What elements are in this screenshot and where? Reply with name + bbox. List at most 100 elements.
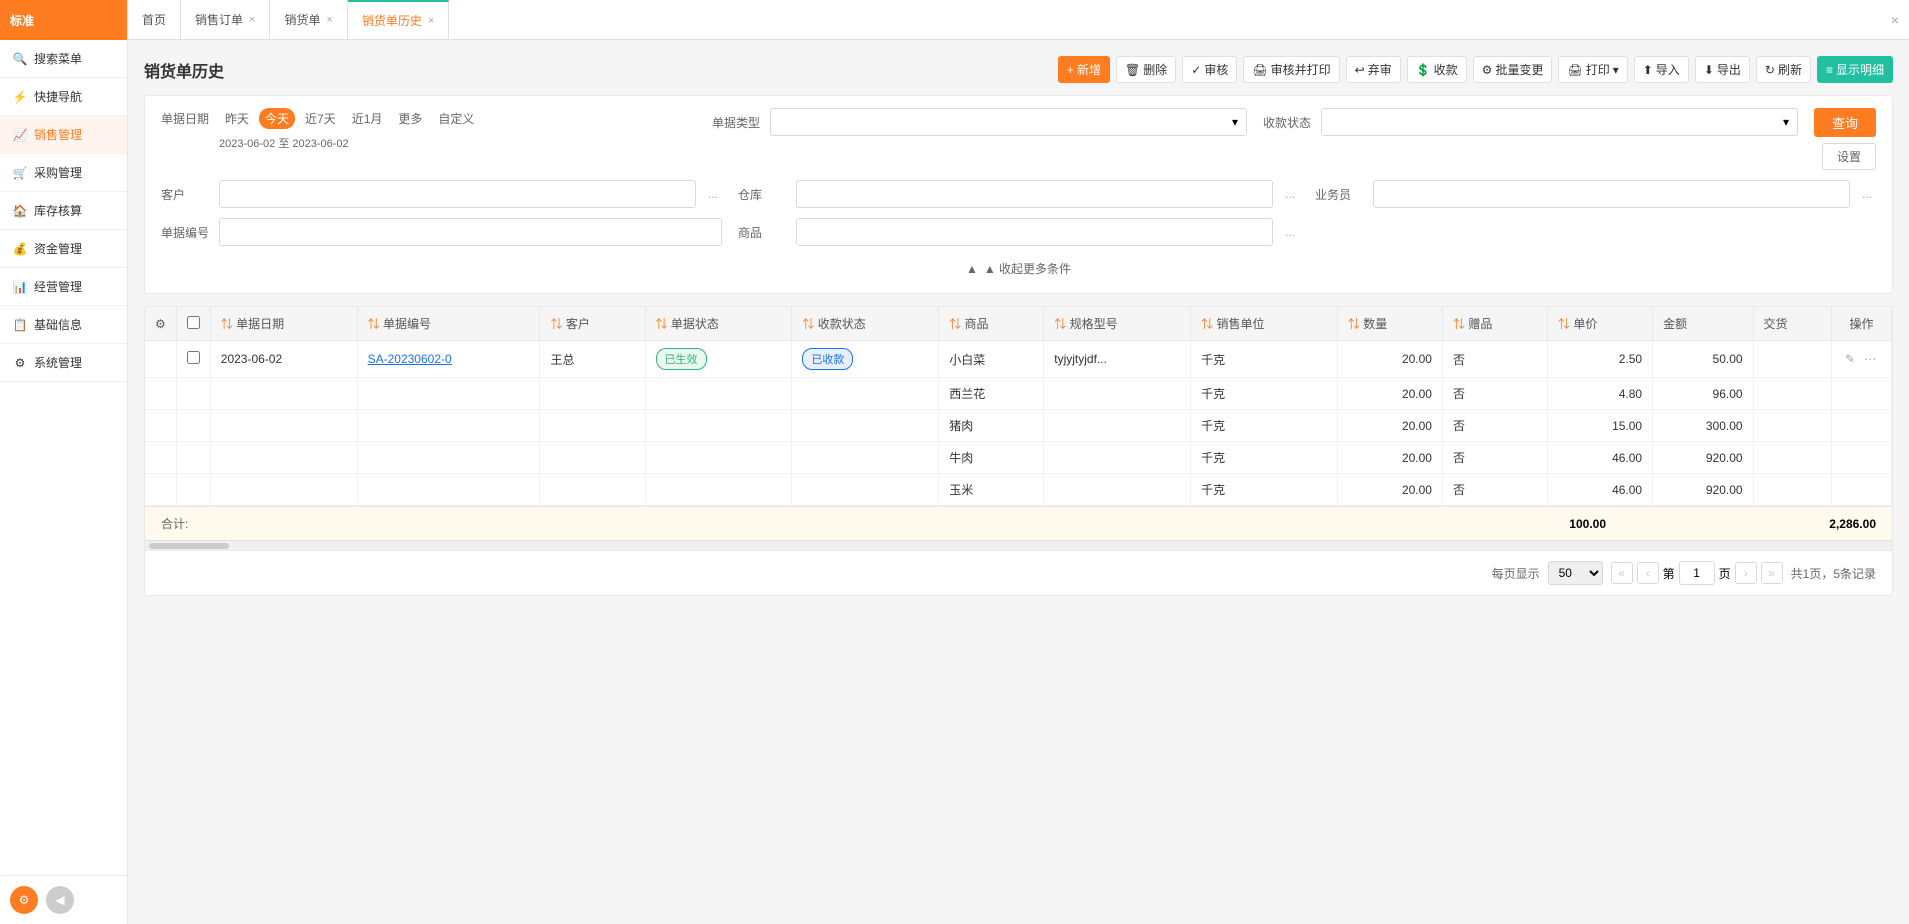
new-btn[interactable]: + 新增	[1058, 56, 1110, 83]
sidebar-item-inventory[interactable]: 🏠 库存核算	[0, 192, 127, 230]
cell-order-no	[357, 442, 540, 474]
show-detail-btn[interactable]: ≡ 显示明细	[1817, 56, 1893, 83]
prev-page-btn[interactable]: ‹	[1637, 562, 1659, 584]
col-date[interactable]: ⇅ 单据日期	[210, 307, 357, 341]
scroll-bar[interactable]	[145, 540, 1892, 550]
col-spec[interactable]: ⇅ 规格型号	[1044, 307, 1191, 341]
export-btn[interactable]: ⬇ 导出	[1695, 56, 1750, 83]
cell-date: 2023-06-02	[210, 341, 357, 378]
scroll-thumb[interactable]	[149, 543, 229, 549]
cell-qty: 20.00	[1337, 474, 1442, 506]
col-settings[interactable]: ⚙	[145, 307, 176, 341]
tab-home[interactable]: 首页	[128, 0, 181, 39]
review-btn[interactable]: ✓ 审核	[1182, 56, 1237, 83]
tab-close-sales-goods[interactable]: ×	[326, 14, 332, 26]
col-checkbox[interactable]	[176, 307, 210, 341]
date-more[interactable]: 更多	[392, 108, 428, 129]
more-icon[interactable]: ⋯	[1864, 352, 1876, 366]
staff-input[interactable]	[1373, 180, 1850, 208]
row-checkbox[interactable]	[187, 351, 200, 364]
filter-row-2: 客户 ... 仓库 ... 业务员 ...	[161, 180, 1876, 208]
per-page-select[interactable]: 50 20 100	[1548, 561, 1603, 585]
sidebar-item-sys-mgmt[interactable]: ⚙ 系统管理	[0, 344, 127, 382]
date-today[interactable]: 今天	[259, 108, 295, 129]
tab-sales-order[interactable]: 销售订单 ×	[181, 0, 270, 39]
col-goods[interactable]: ⇅ 商品	[939, 307, 1044, 341]
table-footer: 合计: 100.00 2,286.00	[145, 506, 1892, 540]
col-amount[interactable]: 金额	[1653, 307, 1753, 341]
customer-input[interactable]	[219, 180, 696, 208]
order-no-link[interactable]: SA-20230602-0	[368, 352, 452, 366]
col-order-status[interactable]: ⇅ 单据状态	[645, 307, 792, 341]
page-input[interactable]	[1679, 561, 1715, 585]
sidebar-collapse-btn[interactable]: ◀	[46, 886, 74, 914]
warehouse-input[interactable]	[796, 180, 1273, 208]
abandon-btn[interactable]: ↩ 弃审	[1346, 56, 1401, 83]
customer-dots[interactable]: ...	[704, 187, 722, 201]
sidebar-item-ops-mgmt[interactable]: 📊 经营管理	[0, 268, 127, 306]
sidebar-item-finance-mgmt[interactable]: 💰 资金管理	[0, 230, 127, 268]
col-gift[interactable]: ⇅ 赠品	[1442, 307, 1547, 341]
cell-checkbox[interactable]	[176, 341, 210, 378]
goods-input[interactable]	[796, 218, 1273, 246]
sidebar-item-base-info[interactable]: 📋 基础信息	[0, 306, 127, 344]
set-btn[interactable]: 设置	[1822, 143, 1876, 170]
date-yesterday[interactable]: 昨天	[219, 108, 255, 129]
close-all-btn[interactable]: ×	[1881, 0, 1909, 39]
tab-close-sales-history[interactable]: ×	[428, 15, 434, 27]
print-btn[interactable]: 🖨 打印 ▾	[1558, 56, 1627, 83]
col-trade[interactable]: 交货	[1753, 307, 1831, 341]
cell-settings	[145, 341, 176, 378]
order-no-input[interactable]	[219, 218, 722, 246]
collapse-btn[interactable]: ▲ ▲ 收起更多条件	[954, 256, 1083, 281]
tab-sales-goods[interactable]: 销货单 ×	[270, 0, 347, 39]
col-customer[interactable]: ⇅ 客户	[540, 307, 645, 341]
type-select[interactable]: ▾	[770, 108, 1247, 136]
purchase-mgmt-icon: 🛒	[12, 165, 28, 181]
sidebar-item-sales-mgmt[interactable]: 📈 销售管理	[0, 116, 127, 154]
payment-select[interactable]: ▾	[1321, 108, 1798, 136]
cell-amount: 920.00	[1653, 442, 1753, 474]
last-page-btn[interactable]: »	[1761, 562, 1783, 584]
review-print-btn[interactable]: 🖨 审核并打印	[1243, 56, 1339, 83]
date-custom[interactable]: 自定义	[432, 108, 480, 129]
cell-gift: 否	[1442, 378, 1547, 410]
goods-dots[interactable]: ...	[1281, 225, 1299, 239]
query-btn[interactable]: 查询	[1814, 108, 1876, 137]
cell-qty: 20.00	[1337, 378, 1442, 410]
col-payment-status[interactable]: ⇅ 收款状态	[792, 307, 939, 341]
edit-icon[interactable]: ✎	[1845, 352, 1855, 366]
next-page-btn[interactable]: ›	[1735, 562, 1757, 584]
table-row: 玉米 千克 20.00 否 46.00 920.00	[145, 474, 1892, 506]
sidebar-logo: 标准	[0, 0, 127, 40]
sidebar-bottom: ⚙ ◀	[0, 875, 127, 924]
warehouse-dots[interactable]: ...	[1281, 187, 1299, 201]
select-all-checkbox[interactable]	[187, 316, 200, 329]
staff-dots[interactable]: ...	[1858, 187, 1876, 201]
first-page-btn[interactable]: «	[1611, 562, 1633, 584]
col-unit[interactable]: ⇅ 销售单位	[1191, 307, 1338, 341]
sidebar-item-quick-nav[interactable]: ⚡ 快捷导航	[0, 78, 127, 116]
cell-date	[210, 442, 357, 474]
collect-btn[interactable]: 💲 收款	[1407, 56, 1467, 83]
sidebar-item-search-menu[interactable]: 🔍 搜索菜单	[0, 40, 127, 78]
date-7days[interactable]: 近7天	[299, 108, 342, 129]
import-btn[interactable]: ⬆ 导入	[1634, 56, 1689, 83]
tab-close-sales-order[interactable]: ×	[249, 14, 255, 26]
main-area: 首页 销售订单 × 销货单 × 销货单历史 × × 销货单历史 + 新增 🗑 删…	[128, 0, 1909, 924]
collect-icon: 💲	[1416, 63, 1431, 77]
col-unit-price[interactable]: ⇅ 单价	[1548, 307, 1653, 341]
col-order-no[interactable]: ⇅ 单据编号	[357, 307, 540, 341]
refresh-btn[interactable]: ↻ 刷新	[1756, 56, 1811, 83]
date-1month[interactable]: 近1月	[346, 108, 389, 129]
cell-qty: 20.00	[1337, 442, 1442, 474]
sidebar-settings-btn[interactable]: ⚙	[10, 886, 38, 914]
cell-customer	[540, 442, 645, 474]
cell-order-status	[645, 378, 792, 410]
sidebar-item-purchase-mgmt[interactable]: 🛒 采购管理	[0, 154, 127, 192]
delete-btn[interactable]: 🗑 删除	[1116, 56, 1176, 83]
batch-change-btn[interactable]: ⚙ 批量变更	[1473, 56, 1553, 83]
page-title: 销货单历史	[144, 58, 224, 82]
col-qty[interactable]: ⇅ 数量	[1337, 307, 1442, 341]
tab-sales-history[interactable]: 销货单历史 ×	[348, 0, 449, 39]
